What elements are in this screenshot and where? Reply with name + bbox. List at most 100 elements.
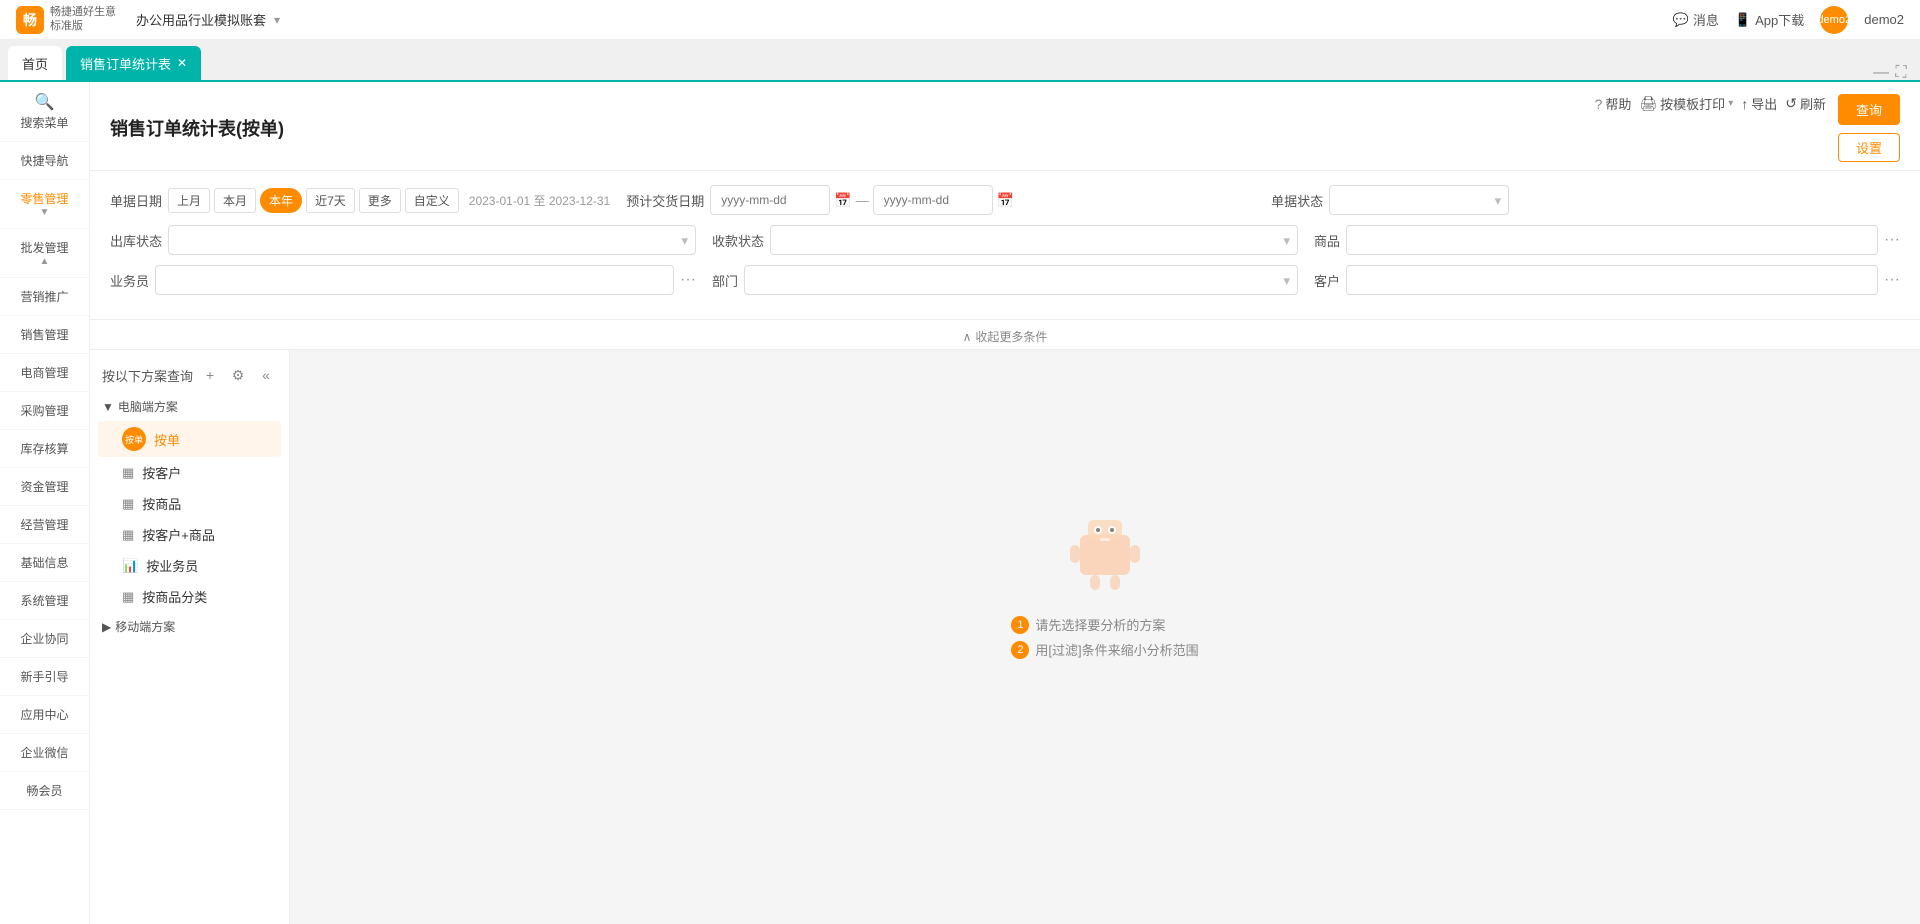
collapse-panel-btn[interactable]: « xyxy=(255,364,277,386)
sidebar-purchase-label: 采购管理 xyxy=(20,402,68,419)
solution-item-by-order[interactable]: 按单 按单 xyxy=(98,421,281,457)
sidebar-item-basicinfo[interactable]: 基础信息 xyxy=(0,544,89,582)
date-btn-more[interactable]: 更多 xyxy=(359,188,401,213)
message-btn[interactable]: 💬 消息 xyxy=(1673,10,1719,29)
sidebar-item-purchase[interactable]: 采购管理 xyxy=(0,392,89,430)
query-button[interactable]: 查询 xyxy=(1838,94,1900,125)
app-download-btn[interactable]: 📱 App下载 xyxy=(1735,10,1804,29)
sidebar-item-wechat[interactable]: 企业微信 xyxy=(0,734,89,772)
sidebar-item-retail[interactable]: 零售管理 ▼ xyxy=(0,180,89,229)
sidebar-wholesale-label: 批发管理 xyxy=(20,239,68,256)
sidebar-item-marketing[interactable]: 营销推广 xyxy=(0,278,89,316)
sidebar-item-search[interactable]: 🔍 搜索菜单 xyxy=(0,82,89,142)
collapse-arrow-icon: ∧ xyxy=(963,330,972,344)
message-icon: 💬 xyxy=(1673,12,1689,28)
customer-more-icon[interactable]: ··· xyxy=(1884,271,1900,289)
sidebar-item-operation[interactable]: 经营管理 xyxy=(0,506,89,544)
sidebar-item-finance[interactable]: 资金管理 xyxy=(0,468,89,506)
calendar-start-icon[interactable]: 📅 xyxy=(834,192,851,209)
filter-row-3: 业务员 ··· 部门 ▾ 客户 ··· xyxy=(110,265,1900,295)
sidebar-system-label: 系统管理 xyxy=(20,592,68,609)
page-actions: ? 帮助 🖨 按模板打印 ▾ ↑ 导出 ↺ 刷新 xyxy=(1595,94,1826,113)
refresh-btn[interactable]: ↺ 刷新 xyxy=(1785,94,1826,113)
window-controls: — ⛶ xyxy=(1874,66,1920,80)
order-status-select-wrap: ▾ xyxy=(1329,185,1509,215)
receipt-status-group: 收款状态 ▾ xyxy=(712,225,1298,255)
calendar-end-icon[interactable]: 📅 xyxy=(997,192,1014,209)
out-status-select-wrap: ▾ xyxy=(168,225,696,255)
sidebar-item-ecommerce[interactable]: 电商管理 xyxy=(0,354,89,392)
goods-input[interactable] xyxy=(1346,225,1878,255)
empty-state: 1 请先选择要分析的方案 2 用[过滤]条件来缩小分析范围 xyxy=(1011,490,1198,662)
date-btn-this-month[interactable]: 本月 xyxy=(214,188,256,213)
sidebar-item-guide[interactable]: 新手引导 xyxy=(0,658,89,696)
expected-delivery-start[interactable] xyxy=(710,185,830,215)
export-btn[interactable]: ↑ 导出 xyxy=(1741,94,1777,113)
sidebar-inventory-label: 库存核算 xyxy=(20,440,68,457)
tab-sales-order-stat[interactable]: 销售订单统计表 ✕ xyxy=(66,46,201,80)
solution-group-desktop: ▼ 电脑端方案 按单 按单 ▦ 按客户 ▦ 按商品 xyxy=(90,392,289,612)
collapse-bar[interactable]: ∧ 收起更多条件 xyxy=(90,320,1920,350)
sidebar-enterprise-label: 企业协同 xyxy=(20,630,68,647)
expected-delivery-end[interactable] xyxy=(873,185,993,215)
left-panel: 按以下方案查询 + ⚙ « ▼ 电脑端方案 按单 按单 xyxy=(90,350,290,924)
minimize-btn[interactable]: — xyxy=(1874,66,1888,80)
sidebar-item-appcenter[interactable]: 应用中心 xyxy=(0,696,89,734)
industry-dropdown-icon[interactable]: ▾ xyxy=(274,13,280,27)
sidebar-ecommerce-label: 电商管理 xyxy=(20,364,68,381)
sidebar-item-quick-nav[interactable]: 快捷导航 xyxy=(0,142,89,180)
solution-item-by-customer[interactable]: ▦ 按客户 xyxy=(98,457,281,488)
date-buttons: 上月 本月 本年 近7天 更多 自定义 xyxy=(168,188,459,213)
sidebar-item-member[interactable]: 畅会员 xyxy=(0,772,89,810)
by-goods-category-icon: ▦ xyxy=(122,589,134,605)
salesman-label: 业务员 xyxy=(110,271,149,290)
logo-icon: 畅 xyxy=(16,6,44,34)
solution-item-by-customer-goods[interactable]: ▦ 按客户+商品 xyxy=(98,519,281,550)
goods-more-icon[interactable]: ··· xyxy=(1884,231,1900,249)
sidebar-item-sales[interactable]: 销售管理 xyxy=(0,316,89,354)
salesman-input[interactable] xyxy=(155,265,674,295)
solution-group-desktop-title[interactable]: ▼ 电脑端方案 xyxy=(98,392,281,421)
page-title: 销售订单统计表(按单) xyxy=(110,115,284,141)
date-btn-last-month[interactable]: 上月 xyxy=(168,188,210,213)
out-status-group: 出库状态 ▾ xyxy=(110,225,696,255)
tab-home[interactable]: 首页 xyxy=(8,46,62,80)
help-btn[interactable]: ? 帮助 xyxy=(1595,94,1632,113)
settings-button[interactable]: 设置 xyxy=(1838,133,1900,162)
sidebar-guide-label: 新手引导 xyxy=(20,668,68,685)
help-icon: ? xyxy=(1595,96,1603,112)
customer-group: 客户 ··· xyxy=(1314,265,1900,295)
hint-num-1: 1 xyxy=(1011,616,1029,634)
tab-close-icon[interactable]: ✕ xyxy=(177,56,187,70)
order-status-select[interactable] xyxy=(1329,185,1509,215)
department-select[interactable] xyxy=(744,265,1298,295)
avatar[interactable]: demo2 xyxy=(1820,6,1848,34)
tab-bar: 首页 销售订单统计表 ✕ — ⛶ xyxy=(0,40,1920,82)
date-btn-custom[interactable]: 自定义 xyxy=(405,188,459,213)
date-btn-this-year[interactable]: 本年 xyxy=(260,188,302,213)
maximize-btn[interactable]: ⛶ xyxy=(1894,66,1908,80)
industry-label: 办公用品行业模拟账套 xyxy=(136,10,266,29)
expected-delivery-label: 预计交货日期 xyxy=(626,191,704,210)
tab-active-label: 销售订单统计表 xyxy=(80,54,171,73)
solution-item-by-salesman[interactable]: 📊 按业务员 xyxy=(98,550,281,581)
date-btn-last7[interactable]: 近7天 xyxy=(306,188,355,213)
sidebar-item-wholesale[interactable]: 批发管理 ▲ xyxy=(0,229,89,278)
solution-item-by-goods-category[interactable]: ▦ 按商品分类 xyxy=(98,581,281,612)
template-print-btn[interactable]: 🖨 按模板打印 ▾ xyxy=(1639,94,1733,113)
sidebar-item-enterprise[interactable]: 企业协同 xyxy=(0,620,89,658)
customer-input[interactable] xyxy=(1346,265,1878,295)
date-range-text: 2023-01-01 至 2023-12-31 xyxy=(469,192,610,209)
body-split: 按以下方案查询 + ⚙ « ▼ 电脑端方案 按单 按单 xyxy=(90,350,1920,924)
add-solution-btn[interactable]: + xyxy=(199,364,221,386)
settings-solution-btn[interactable]: ⚙ xyxy=(227,364,249,386)
salesman-more-icon[interactable]: ··· xyxy=(680,271,696,289)
mobile-group-chevron-icon: ▶ xyxy=(102,620,111,634)
sidebar-item-inventory[interactable]: 库存核算 xyxy=(0,430,89,468)
solution-item-by-goods[interactable]: ▦ 按商品 xyxy=(98,488,281,519)
solution-group-mobile-title[interactable]: ▶ 移动端方案 xyxy=(98,612,281,641)
receipt-status-select[interactable] xyxy=(770,225,1298,255)
sidebar-item-system[interactable]: 系统管理 xyxy=(0,582,89,620)
sidebar-basicinfo-label: 基础信息 xyxy=(20,554,68,571)
out-status-select[interactable] xyxy=(168,225,696,255)
